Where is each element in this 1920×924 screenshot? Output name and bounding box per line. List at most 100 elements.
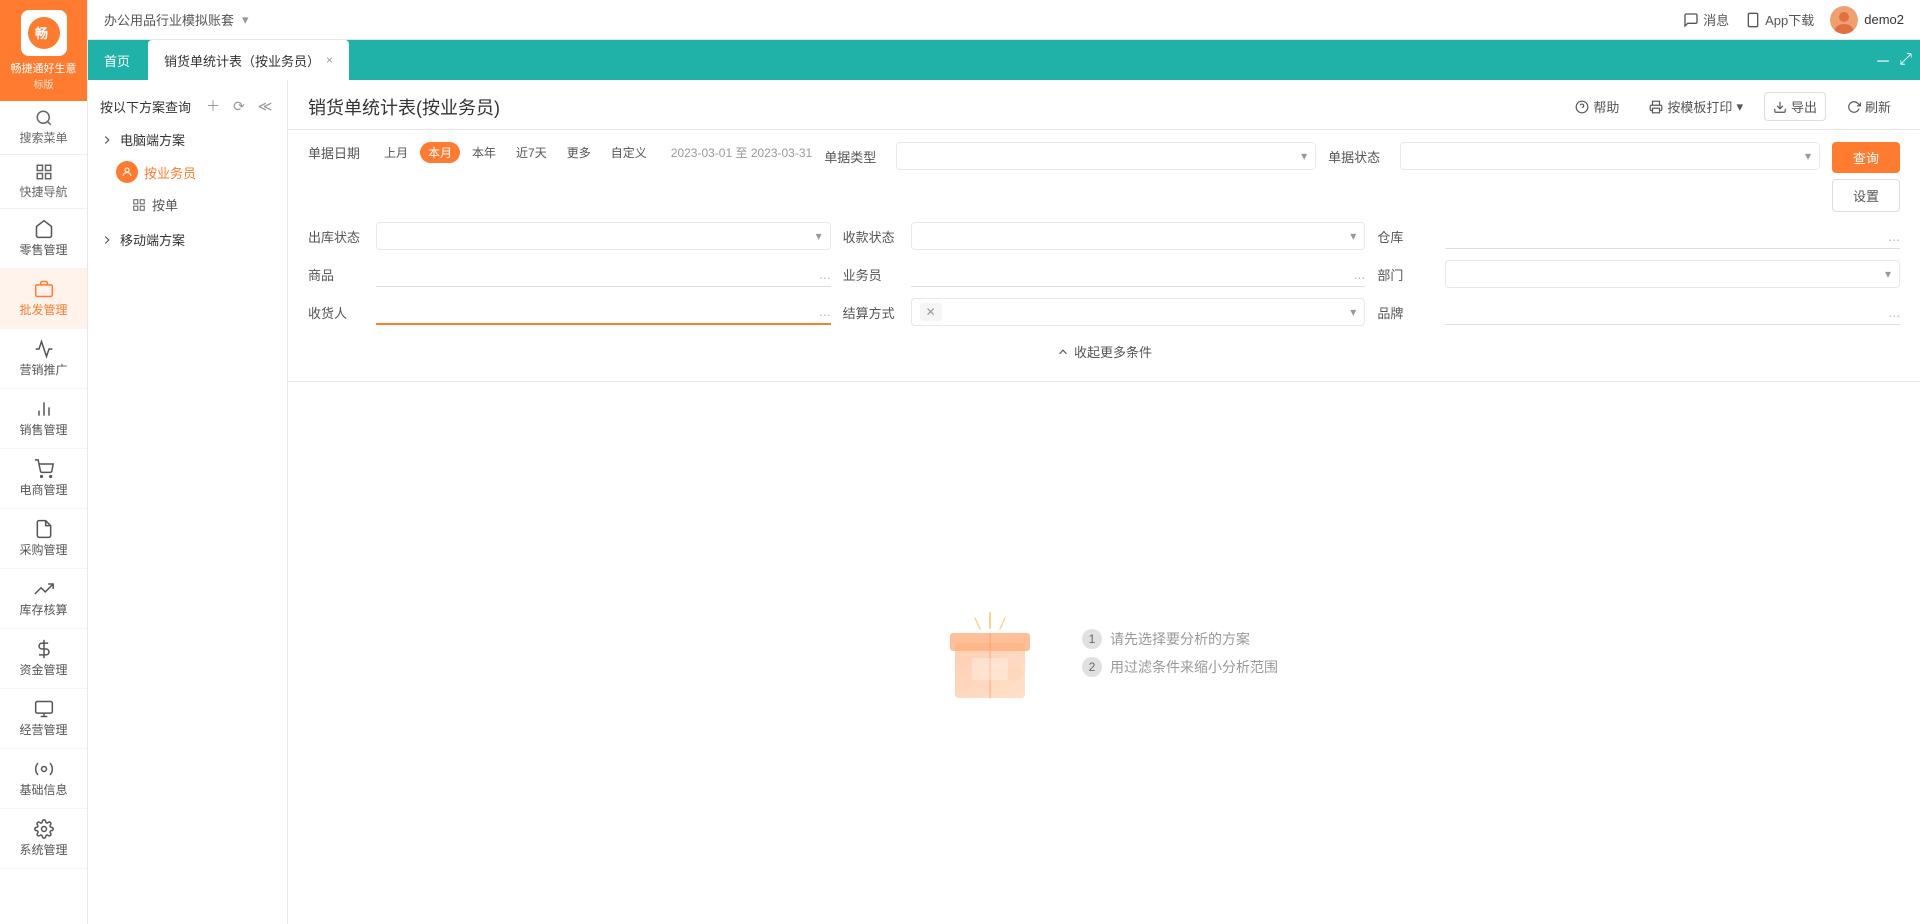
panel-section-mobile-label: 移动端方案 xyxy=(120,230,185,249)
message-label: 消息 xyxy=(1703,10,1729,29)
refresh-label: 刷新 xyxy=(1865,97,1891,116)
date-btn-7days[interactable]: 近7天 xyxy=(508,142,555,163)
filter-area: 单据日期 上月 本月 本年 近7天 更多 自定义 2023-03-01 至 20… xyxy=(288,130,1920,382)
tab-active-label: 销货单统计表（按业务员） xyxy=(164,51,320,70)
collapse-bar[interactable]: 收起更多条件 xyxy=(308,334,1900,369)
sidebar-item-sales[interactable]: 销售管理 xyxy=(0,389,87,449)
message-btn[interactable]: 消息 xyxy=(1683,10,1729,29)
logo-subtext: 标版 xyxy=(34,76,54,91)
sidebar-item-system[interactable]: 系统管理 xyxy=(0,809,87,869)
panel-section-mobile-header[interactable]: 移动端方案 xyxy=(88,224,287,255)
sidebar-item-operation[interactable]: 经营管理 xyxy=(0,689,87,749)
sidebar-item-wholesale[interactable]: 批发管理 xyxy=(0,269,87,329)
settings-button[interactable]: 设置 xyxy=(1832,179,1900,212)
date-btn-this-month[interactable]: 本月 xyxy=(420,142,460,163)
settlement-group: 结算方式 ✕ ▾ xyxy=(843,298,1366,326)
avatar xyxy=(1830,6,1858,34)
refresh-btn[interactable]: 刷新 xyxy=(1838,92,1900,121)
panel-section-desktop-header[interactable]: 电脑端方案 xyxy=(88,124,287,155)
content-area: 按以下方案查询 ＋ ⟳ ≪ 电脑端方案 按业务员 xyxy=(88,80,1920,924)
payment-status-label: 收款状态 xyxy=(843,227,903,246)
user-area[interactable]: demo2 xyxy=(1830,6,1904,34)
brand-input[interactable]: ... xyxy=(1445,300,1900,325)
settlement-tag-x[interactable]: ✕ xyxy=(926,305,936,319)
tab-maximize-btn[interactable]: ⤢ xyxy=(1899,51,1912,69)
date-btn-this-year[interactable]: 本年 xyxy=(464,142,504,163)
panel-collapse-icon[interactable]: ≪ xyxy=(255,96,275,116)
date-btn-custom[interactable]: 自定义 xyxy=(603,142,655,163)
tab-sales-stats[interactable]: 销货单统计表（按业务员） × xyxy=(148,40,349,80)
goods-label: 商品 xyxy=(308,265,368,284)
tab-home[interactable]: 首页 xyxy=(88,40,146,80)
app-download-btn[interactable]: App下载 xyxy=(1745,10,1814,29)
consignee-input[interactable]: ... xyxy=(376,299,831,325)
goods-dots[interactable]: ... xyxy=(819,266,831,282)
warehouse-label: 仓库 xyxy=(1377,227,1437,246)
panel-add-icon[interactable]: ＋ xyxy=(203,96,223,116)
settlement-select[interactable]: ✕ ▾ xyxy=(911,298,1366,326)
out-status-label: 出库状态 xyxy=(308,227,368,246)
help-label: 帮助 xyxy=(1593,97,1619,116)
panel-subitem-by-order[interactable]: 按单 xyxy=(88,189,287,220)
salesperson-group: 业务员 ... xyxy=(843,260,1366,288)
doc-status-select[interactable]: ▾ xyxy=(1400,142,1820,170)
panel-refresh-icon[interactable]: ⟳ xyxy=(229,96,249,116)
date-buttons: 上月 本月 本年 近7天 更多 自定义 xyxy=(376,142,655,163)
logo-icon: 畅 xyxy=(21,10,67,56)
dept-select[interactable]: ▾ xyxy=(1445,260,1900,288)
sidebar-item-marketing[interactable]: 营销推广 xyxy=(0,329,87,389)
salesperson-label: 业务员 xyxy=(843,265,903,284)
export-btn[interactable]: 导出 xyxy=(1764,92,1826,121)
app-download-label: App下载 xyxy=(1765,10,1814,29)
help-btn[interactable]: 帮助 xyxy=(1566,92,1628,121)
out-status-group: 出库状态 ▾ xyxy=(308,222,831,250)
payment-status-select[interactable]: ▾ xyxy=(911,222,1366,250)
doc-status-arrow: ▾ xyxy=(1805,149,1811,163)
right-panel: 销货单统计表(按业务员) 帮助 按模板打印 ▾ 导出 xyxy=(288,80,1920,924)
left-panel: 按以下方案查询 ＋ ⟳ ≪ 电脑端方案 按业务员 xyxy=(88,80,288,924)
doc-type-arrow: ▾ xyxy=(1301,149,1307,163)
page-title: 销货单统计表(按业务员) xyxy=(308,94,500,120)
date-btn-last-month[interactable]: 上月 xyxy=(376,142,416,163)
svg-text:畅: 畅 xyxy=(35,26,48,41)
page-header: 销货单统计表(按业务员) 帮助 按模板打印 ▾ 导出 xyxy=(288,80,1920,130)
logo[interactable]: 畅 畅捷通好生意 标版 xyxy=(0,0,87,101)
warehouse-dots[interactable]: ... xyxy=(1888,228,1900,244)
username: demo2 xyxy=(1864,12,1904,27)
out-status-arrow: ▾ xyxy=(816,229,822,243)
goods-input[interactable]: ... xyxy=(376,262,831,287)
doc-status-label: 单据状态 xyxy=(1328,147,1388,166)
sidebar-item-inventory[interactable]: 库存核算 xyxy=(0,569,87,629)
panel-header: 按以下方案查询 ＋ ⟳ ≪ xyxy=(88,88,287,124)
template-print-arrow[interactable]: ▾ xyxy=(1736,99,1743,115)
consignee-dots[interactable]: ... xyxy=(819,303,831,319)
tab-close-icon[interactable]: × xyxy=(326,53,333,67)
sidebar-item-retail[interactable]: 零售管理 xyxy=(0,209,87,269)
sidebar-item-finance[interactable]: 资金管理 xyxy=(0,629,87,689)
template-print-btn[interactable]: 按模板打印 ▾ xyxy=(1640,92,1752,121)
salesperson-dots[interactable]: ... xyxy=(1354,266,1366,282)
sidebar-item-ecommerce[interactable]: 电商管理 xyxy=(0,449,87,509)
sidebar-item-quick-nav[interactable]: 快捷导航 xyxy=(0,155,87,209)
panel-header-icons: ＋ ⟳ ≪ xyxy=(203,96,275,116)
out-status-select[interactable]: ▾ xyxy=(376,222,831,250)
settlement-label: 结算方式 xyxy=(843,303,903,322)
salesperson-input[interactable]: ... xyxy=(911,262,1366,287)
hint-num-2: 2 xyxy=(1082,657,1102,677)
dept-label: 部门 xyxy=(1377,265,1437,284)
tab-minimize-btn[interactable]: － xyxy=(1875,48,1891,72)
empty-hints: 1 请先选择要分析的方案 2 用过滤条件来缩小分析范围 xyxy=(1082,629,1278,677)
sidebar-item-basic[interactable]: 基础信息 xyxy=(0,749,87,809)
main-area: 办公用品行业模拟账套 ▾ 消息 App下载 demo2 首页 xyxy=(88,0,1920,924)
template-print-label: 按模板打印 xyxy=(1667,97,1732,116)
query-button[interactable]: 查询 xyxy=(1832,142,1900,173)
brand-dots[interactable]: ... xyxy=(1888,304,1900,320)
sidebar-item-search[interactable]: 搜索菜单 xyxy=(0,101,87,155)
topbar-dropdown-icon[interactable]: ▾ xyxy=(242,12,249,28)
panel-item-by-salesperson[interactable]: 按业务员 xyxy=(88,155,287,189)
topbar-left: 办公用品行业模拟账套 ▾ xyxy=(104,10,249,29)
doc-type-select[interactable]: ▾ xyxy=(896,142,1316,170)
sidebar-item-purchase[interactable]: 采购管理 xyxy=(0,509,87,569)
warehouse-input[interactable]: ... xyxy=(1445,224,1900,249)
date-btn-more[interactable]: 更多 xyxy=(559,142,599,163)
